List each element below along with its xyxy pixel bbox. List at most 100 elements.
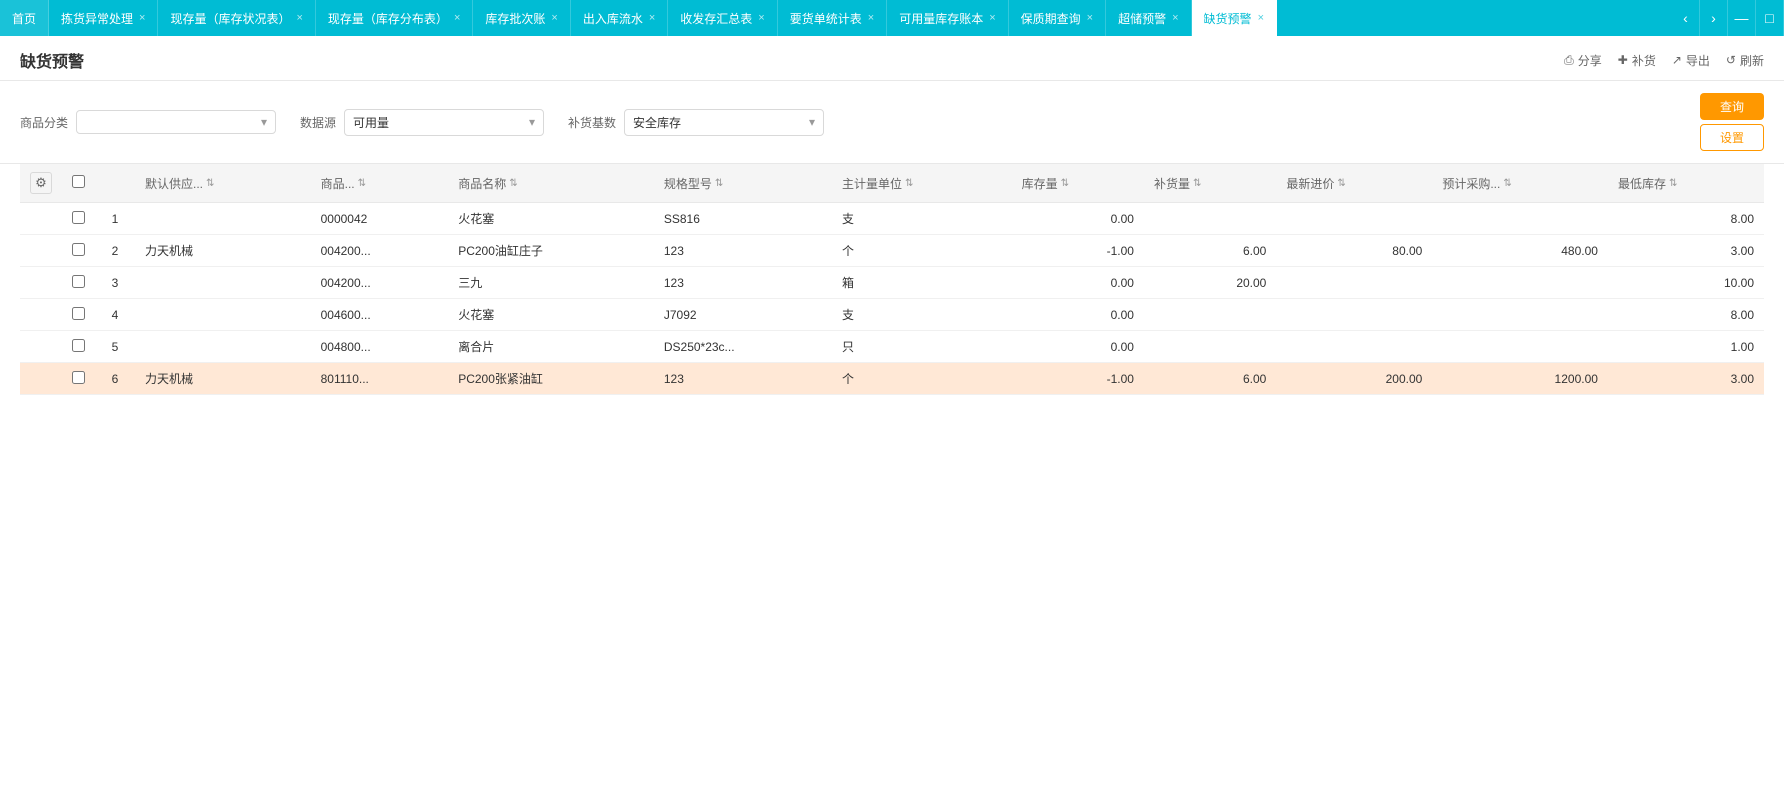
tab-next-btn[interactable]: › (1700, 0, 1728, 36)
tab-close-shortage[interactable]: × (1258, 12, 1264, 24)
row-name: PC200张紧油缸 (448, 363, 654, 395)
tab-inventory-dist[interactable]: 现存量（库存分布表） × (316, 0, 473, 36)
unit-sort[interactable]: 主计量单位 ⇅ (842, 175, 913, 192)
th-min-stock: 最低库存 ⇅ (1608, 164, 1764, 203)
row-num: 6 (95, 363, 135, 395)
tab-inventory-status[interactable]: 现存量（库存状况表） × (158, 0, 315, 36)
row-settings-cell (20, 203, 62, 235)
datasource-dropdown-icon: ▾ (529, 115, 535, 129)
tab-close-expiry[interactable]: × (1087, 12, 1093, 24)
code-sort-icon: ⇅ (358, 178, 366, 189)
row-spec: DS250*23c... (654, 331, 832, 363)
row-unit: 支 (832, 203, 1012, 235)
min-stock-sort[interactable]: 最低库存 ⇅ (1618, 175, 1677, 192)
row-checkbox[interactable] (72, 339, 85, 352)
tab-summary[interactable]: 收发存汇总表 × (668, 0, 777, 36)
tab-flow[interactable]: 出入库流水 × (571, 0, 668, 36)
price-sort[interactable]: 最新进价 ⇅ (1286, 175, 1345, 192)
code-sort[interactable]: 商品... ⇅ (321, 175, 366, 192)
row-unit: 支 (832, 299, 1012, 331)
supplement-label: 补货基数 (568, 114, 616, 131)
tab-shortage[interactable]: 缺货预警 × (1192, 0, 1277, 36)
datasource-select[interactable]: 可用量 ▾ (344, 109, 544, 136)
settings-gear-icon[interactable]: ⚙ (30, 172, 52, 194)
tab-close-flow[interactable]: × (649, 12, 655, 24)
row-min-stock: 3.00 (1608, 363, 1764, 395)
supplement-icon: ✚ (1618, 53, 1628, 67)
row-min-stock: 8.00 (1608, 203, 1764, 235)
row-spec: SS816 (654, 203, 832, 235)
unit-sort-icon: ⇅ (905, 178, 913, 189)
settings-button[interactable]: 设置 (1700, 124, 1764, 151)
th-name: 商品名称 ⇅ (448, 164, 654, 203)
row-unit: 只 (832, 331, 1012, 363)
tab-close-req[interactable]: × (868, 12, 874, 24)
supplement-sort-icon: ⇅ (1193, 178, 1201, 189)
category-select[interactable]: ▾ (76, 110, 276, 134)
tab-picking[interactable]: 拣货异常处理 × (49, 0, 158, 36)
refresh-button[interactable]: ↺ 刷新 (1726, 52, 1764, 69)
spec-sort[interactable]: 规格型号 ⇅ (664, 175, 723, 192)
row-checkbox[interactable] (72, 371, 85, 384)
tab-maximize-btn[interactable]: □ (1756, 0, 1784, 36)
row-supplement (1144, 331, 1276, 363)
price-sort-icon: ⇅ (1337, 178, 1345, 189)
row-stock: 0.00 (1012, 203, 1144, 235)
tab-expiry[interactable]: 保质期查询 × (1009, 0, 1106, 36)
filter-actions: 查询 设置 (1700, 93, 1764, 151)
name-sort[interactable]: 商品名称 ⇅ (458, 175, 517, 192)
tab-prev-btn[interactable]: ‹ (1672, 0, 1700, 36)
row-unit: 箱 (832, 267, 1012, 299)
tab-minimize-btn[interactable]: — (1728, 0, 1756, 36)
row-supplier: 力天机械 (135, 235, 311, 267)
tab-close-inv-status[interactable]: × (296, 12, 302, 24)
supplement-button[interactable]: ✚ 补货 (1618, 52, 1656, 69)
tab-requisition[interactable]: 要货单统计表 × (778, 0, 887, 36)
th-latest-price: 最新进价 ⇅ (1276, 164, 1432, 203)
row-check-cell (62, 331, 95, 363)
table-header-row: ⚙ 默认供应... ⇅ 商品... (20, 164, 1764, 203)
supplement-select[interactable]: 安全库存 ▾ (624, 109, 824, 136)
tab-close-overstock[interactable]: × (1172, 12, 1178, 24)
page-title: 缺货预警 (20, 48, 84, 72)
query-button[interactable]: 查询 (1700, 93, 1764, 120)
th-supplier: 默认供应... ⇅ (135, 164, 311, 203)
row-checkbox[interactable] (72, 275, 85, 288)
row-checkbox[interactable] (72, 211, 85, 224)
data-table: ⚙ 默认供应... ⇅ 商品... (20, 164, 1764, 395)
row-check-cell (62, 203, 95, 235)
supplier-sort[interactable]: 默认供应... ⇅ (145, 175, 214, 192)
tab-close-inv-dist[interactable]: × (454, 12, 460, 24)
row-stock: 0.00 (1012, 331, 1144, 363)
row-latest-price: 200.00 (1276, 363, 1432, 395)
tab-available[interactable]: 可用量库存账本 × (887, 0, 1008, 36)
row-checkbox[interactable] (72, 243, 85, 256)
tab-home[interactable]: 首页 (0, 0, 49, 36)
table-row: 4 004600... 火花塞 J7092 支 0.00 8.00 (20, 299, 1764, 331)
category-label: 商品分类 (20, 114, 68, 131)
tab-close-batch[interactable]: × (551, 12, 557, 24)
row-latest-price (1276, 203, 1432, 235)
stock-sort[interactable]: 库存量 ⇅ (1022, 175, 1069, 192)
tab-close-avail[interactable]: × (989, 12, 995, 24)
supplement-sort[interactable]: 补货量 ⇅ (1154, 175, 1201, 192)
select-all-checkbox[interactable] (72, 175, 85, 188)
row-name: 三九 (448, 267, 654, 299)
name-sort-icon: ⇅ (509, 178, 517, 189)
tab-close-summary[interactable]: × (758, 12, 764, 24)
row-checkbox[interactable] (72, 307, 85, 320)
tab-overstock[interactable]: 超储预警 × (1106, 0, 1191, 36)
category-dropdown-icon: ▾ (261, 115, 267, 129)
tab-close-picking[interactable]: × (139, 12, 145, 24)
page-header: 缺货预警 ⎙ 分享 ✚ 补货 ↗ 导出 ↺ 刷新 (0, 36, 1784, 81)
tab-batch[interactable]: 库存批次账 × (473, 0, 570, 36)
est-purchase-sort[interactable]: 预计采购... ⇅ (1442, 175, 1511, 192)
export-button[interactable]: ↗ 导出 (1672, 52, 1710, 69)
row-unit: 个 (832, 235, 1012, 267)
share-button[interactable]: ⎙ 分享 (1564, 52, 1602, 69)
table-row: 5 004800... 离合片 DS250*23c... 只 0.00 1.00 (20, 331, 1764, 363)
category-filter-group: 商品分类 ▾ (20, 110, 276, 134)
row-spec: 123 (654, 235, 832, 267)
row-latest-price: 80.00 (1276, 235, 1432, 267)
export-icon: ↗ (1672, 53, 1682, 67)
